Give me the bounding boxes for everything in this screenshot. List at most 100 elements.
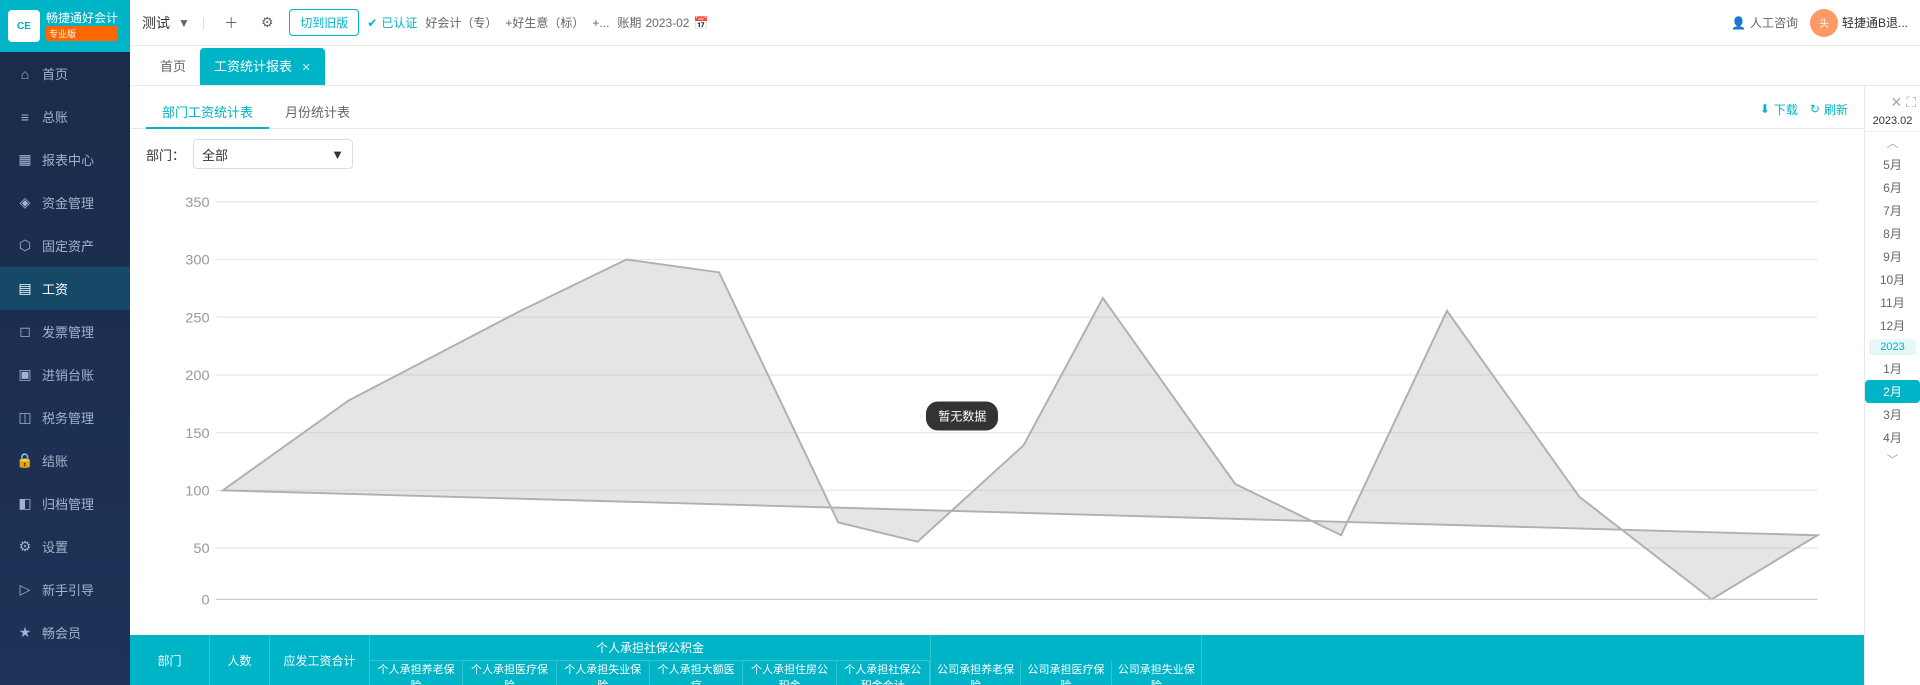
assets-icon: ⬡ [16,237,34,254]
month-8[interactable]: 8月 [1865,222,1920,245]
sidebar-item-guide[interactable]: ▷ 新手引导 [0,568,130,611]
col-total-salary: 应发工资合计 [270,635,370,685]
subtab-dept[interactable]: 部门工资统计表 [146,96,269,129]
svg-text:50: 50 [193,541,209,557]
col-housing-fund: 个人承担住房公积金 [743,661,836,685]
sidebar-item-reports[interactable]: ▦ 报表中心 [0,138,130,181]
settings-button[interactable]: ⚙ [253,9,281,37]
title-dropdown[interactable]: ▼ [178,16,190,30]
sidebar-item-archive[interactable]: ◧ 归档管理 [0,482,130,525]
svg-text:200: 200 [185,368,209,384]
reports-icon: ▦ [16,151,34,168]
col-major-medical: 个人承担大额医疗 [650,661,743,685]
year-badge: 2023 [1869,339,1916,355]
refresh-btn[interactable]: ↻ 刷新 [1810,101,1848,118]
chart-area: 350 300 250 200 150 100 50 0 暂无数据 [130,179,1864,635]
topbar-title: 测试 [142,13,170,33]
tab-close-icon[interactable]: ✕ [302,62,311,74]
sidebar-item-invoice[interactable]: ◻ 发票管理 [0,310,130,353]
svg-text:300: 300 [185,253,209,269]
sidebar-item-label: 发票管理 [42,322,94,341]
month-2-active[interactable]: 2月 [1865,380,1920,403]
certified-text: 已认证 [381,14,417,31]
panel-controls: ✕ ⛶ [1865,90,1920,111]
sidebar-item-ledger[interactable]: ≡ 总账 [0,95,130,138]
subtab-label: 月份统计表 [285,105,350,120]
user-area[interactable]: 头 轻捷通B退... [1810,9,1908,37]
month-9[interactable]: 9月 [1865,245,1920,268]
group-header: 个人承担社保公积金 [370,635,930,661]
month-12[interactable]: 12月 [1865,314,1920,337]
period-value: 2023-02 [645,16,689,30]
sidebar-item-salary[interactable]: ▤ 工资 [0,267,130,310]
help-button[interactable]: 👤 人工咨询 [1731,14,1798,31]
tab-label: 工资统计报表 [214,59,292,74]
help-icon: 👤 [1731,16,1746,30]
home-icon: ⌂ [16,66,34,82]
sidebar-item-label: 畅会员 [42,623,81,642]
tab-home[interactable]: 首页 [146,48,200,85]
col-medical: 个人承担医疗保险 [463,661,556,685]
download-label: 下载 [1774,101,1798,118]
month-1[interactable]: 1月 [1865,357,1920,380]
sidebar-item-assets[interactable]: ⬡ 固定资产 [0,224,130,267]
sidebar-item-label: 首页 [42,64,68,83]
toolbar-right: ⬇ 下载 ↻ 刷新 [1760,101,1848,124]
settings-icon: ⚙ [16,538,34,555]
sep1: | [202,15,205,30]
area-chart: 350 300 250 200 150 100 50 0 [150,189,1844,625]
logo-text: CE [17,21,31,32]
tag2: +好生意（标） [505,14,584,31]
col-personal-total: 个人承担社保公积金合计 [837,661,930,685]
col-unemployment: 个人承担失业保险 [557,661,650,685]
avatar: 头 [1810,9,1838,37]
col-headcount: 人数 [210,635,270,685]
col-child-label: 公司承担养老保险 [935,661,1016,685]
add-button[interactable]: ＋ [217,9,245,37]
sidebar-item-settings[interactable]: ⚙ 设置 [0,525,130,568]
col-pension: 个人承担养老保险 [370,661,463,685]
logo-area: CE 畅捷通好会计 专业版 [0,0,130,52]
month-7[interactable]: 7月 [1865,199,1920,222]
scroll-up-btn[interactable]: ︿ [1865,132,1920,153]
month-10[interactable]: 10月 [1865,268,1920,291]
filterbar: 部门： 全部 ▼ [130,129,1864,179]
sidebar-item-close[interactable]: 🔒 结账 [0,439,130,482]
sidebar-item-tax[interactable]: ◫ 税务管理 [0,396,130,439]
sidebar-item-label: 报表中心 [42,150,94,169]
close-panel-icon[interactable]: ✕ [1890,94,1902,111]
expand-panel-icon[interactable]: ⛶ [1906,94,1916,111]
tab-salary-report[interactable]: 工资统计报表 ✕ [200,48,325,85]
switch-old-btn[interactable]: 切到旧版 [289,9,359,36]
subtab-label: 部门工资统计表 [162,105,253,120]
calendar-icon[interactable]: 📅 [693,16,708,30]
col-child-label: 个人承担大额医疗 [654,661,738,685]
sidebar-item-label: 资金管理 [42,193,94,212]
purchase-icon: ▣ [16,366,34,383]
col-dept: 部门 [130,635,210,685]
month-3[interactable]: 3月 [1865,403,1920,426]
svg-text:0: 0 [201,593,209,609]
sidebar-item-purchase[interactable]: ▣ 进销台账 [0,353,130,396]
refresh-icon: ↻ [1810,102,1820,116]
app-edition: 专业版 [46,26,118,41]
month-4[interactable]: 4月 [1865,426,1920,449]
sidebar-item-home[interactable]: ⌂ 首页 [0,52,130,95]
month-6[interactable]: 6月 [1865,176,1920,199]
download-btn[interactable]: ⬇ 下载 [1760,101,1798,118]
month-11[interactable]: 11月 [1865,291,1920,314]
col-label: 应发工资合计 [283,652,355,669]
col-label: 人数 [227,652,251,669]
sidebar-item-funds[interactable]: ◈ 资金管理 [0,181,130,224]
sidebar-item-label: 结账 [42,451,68,470]
sidebar-item-vip[interactable]: ★ 畅会员 [0,611,130,654]
subtabbar: 部门工资统计表 月份统计表 ⬇ 下载 ↻ 刷新 [130,86,1864,129]
filter-label: 部门： [146,145,185,164]
month-5[interactable]: 5月 [1865,153,1920,176]
period-label: 账期 [617,14,641,31]
subtab-monthly[interactable]: 月份统计表 [269,96,366,129]
ledger-icon: ≡ [16,109,34,125]
period-display: 账期 2023-02 📅 [617,14,708,31]
scroll-down-btn[interactable]: ﹀ [1865,449,1920,470]
dept-select[interactable]: 全部 ▼ [193,139,353,169]
